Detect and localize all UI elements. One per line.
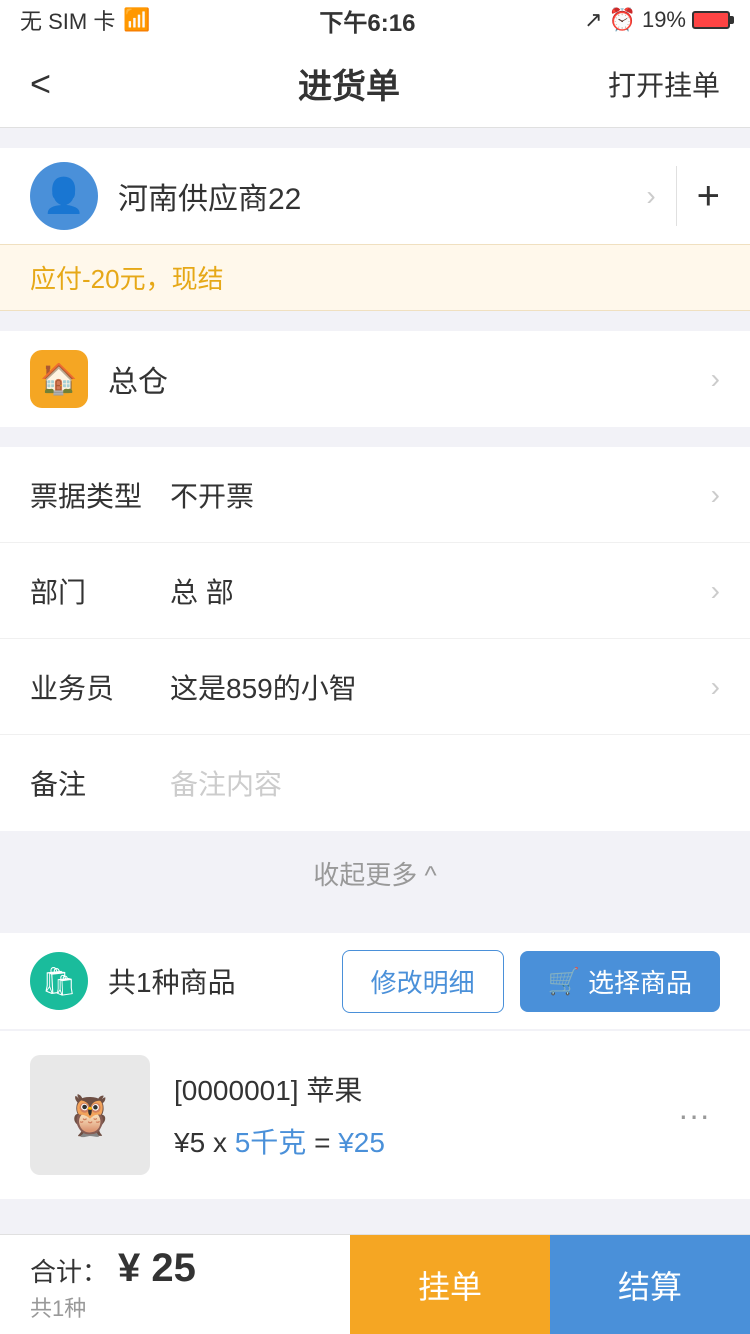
product-item: 🦉 [0000001] 苹果 ¥5 x 5千克 = ¥25 ···: [0, 1031, 750, 1199]
remark-label: 备注: [30, 763, 160, 803]
warehouse-row[interactable]: 🏠 总仓 ›: [0, 331, 750, 427]
open-pending-button[interactable]: 打开挂单: [608, 64, 720, 104]
suspend-button[interactable]: 挂单: [350, 1235, 550, 1334]
collapse-row[interactable]: 收起更多 ^: [0, 833, 750, 913]
notice-text: 应付-20元，现结: [30, 264, 224, 294]
product-quantity: 5千克: [235, 1127, 307, 1158]
select-product-button[interactable]: 🛒 选择商品: [520, 951, 720, 1012]
remark-row[interactable]: 备注 备注内容: [0, 735, 750, 831]
remark-value[interactable]: 备注内容: [160, 763, 720, 803]
page-title: 进货单: [298, 59, 400, 108]
department-label: 部门: [30, 571, 160, 611]
salesperson-row[interactable]: 业务员 这是859的小智 ›: [0, 639, 750, 735]
status-time: 下午6:16: [319, 3, 415, 38]
location-icon: ↗: [584, 7, 602, 33]
footer: 合计： ¥ 25 共1种 挂单 结算: [0, 1234, 750, 1334]
alarm-icon: ⏰: [609, 7, 636, 33]
product-total: ¥25: [338, 1127, 385, 1158]
wifi-icon: 📶: [123, 7, 150, 33]
carrier-text: 无 SIM 卡: [20, 4, 115, 36]
notice-bar: 应付-20元，现结: [0, 244, 750, 311]
products-count: 共1种商品: [108, 961, 342, 1001]
products-icon: 🛍: [30, 952, 88, 1010]
total-sub: 共1种: [30, 1291, 320, 1323]
checkout-label: 结算: [618, 1262, 682, 1308]
salesperson-value: 这是859的小智: [160, 667, 711, 707]
supplier-avatar: 👤: [30, 162, 98, 230]
salesperson-label: 业务员: [30, 667, 160, 707]
total-amount: ¥ 25: [118, 1246, 196, 1291]
product-equals: =: [314, 1127, 338, 1158]
ticket-type-label: 票据类型: [30, 475, 160, 515]
ticket-type-chevron: ›: [711, 479, 720, 511]
warehouse-icon-glyph: 🏠: [40, 362, 77, 397]
warehouse-chevron-icon: ›: [711, 363, 720, 395]
footer-total-row: 合计： ¥ 25: [30, 1246, 320, 1291]
checkout-button[interactable]: 结算: [550, 1235, 750, 1334]
status-bar-right: ↗ ⏰ 19%: [584, 7, 730, 33]
supplier-name[interactable]: 河南供应商22: [118, 174, 646, 218]
add-supplier-button[interactable]: +: [697, 174, 720, 219]
department-value: 总 部: [160, 571, 711, 611]
product-thumbnail: 🦉: [30, 1055, 150, 1175]
battery-percent: 19%: [642, 7, 686, 33]
battery-icon: [692, 11, 730, 29]
suspend-label: 挂单: [418, 1262, 482, 1308]
product-info: [0000001] 苹果 ¥5 x 5千克 = ¥25: [174, 1069, 668, 1161]
edit-details-button[interactable]: 修改明细: [342, 950, 504, 1013]
supplier-section: 👤 河南供应商22 › +: [0, 148, 750, 244]
status-bar-left: 无 SIM 卡 📶: [20, 4, 151, 36]
department-row[interactable]: 部门 总 部 ›: [0, 543, 750, 639]
ticket-type-row[interactable]: 票据类型 不开票 ›: [0, 447, 750, 543]
select-product-label: 选择商品: [588, 963, 692, 1000]
back-button[interactable]: <: [30, 63, 90, 105]
select-product-icon: 🛒: [548, 966, 580, 997]
warehouse-name: 总仓: [108, 357, 711, 401]
products-header: 🛍 共1种商品 修改明细 🛒 选择商品: [0, 933, 750, 1029]
department-chevron: ›: [711, 575, 720, 607]
product-name: [0000001] 苹果: [174, 1069, 668, 1109]
product-price: ¥5 x 5千克 = ¥25: [174, 1121, 668, 1161]
nav-bar: < 进货单 打开挂单: [0, 40, 750, 128]
ticket-type-value: 不开票: [160, 475, 711, 515]
product-multiply: x: [213, 1127, 235, 1158]
footer-total: 合计： ¥ 25 共1种: [0, 1246, 350, 1323]
status-bar: 无 SIM 卡 📶 下午6:16 ↗ ⏰ 19%: [0, 0, 750, 40]
salesperson-chevron: ›: [711, 671, 720, 703]
warehouse-icon: 🏠: [30, 350, 88, 408]
products-icon-glyph: 🛍: [41, 965, 77, 998]
supplier-chevron-icon: ›: [646, 180, 655, 212]
avatar-icon: 👤: [43, 176, 85, 216]
product-more-button[interactable]: ···: [668, 1087, 720, 1144]
product-unit-price: ¥5: [174, 1127, 205, 1158]
form-section: 票据类型 不开票 › 部门 总 部 › 业务员 这是859的小智 › 备注 备注…: [0, 447, 750, 831]
total-label: 合计：: [30, 1252, 108, 1289]
collapse-label: 收起更多 ^: [313, 855, 436, 892]
product-thumbnail-icon: 🦉: [65, 1092, 115, 1139]
divider: [676, 166, 677, 226]
